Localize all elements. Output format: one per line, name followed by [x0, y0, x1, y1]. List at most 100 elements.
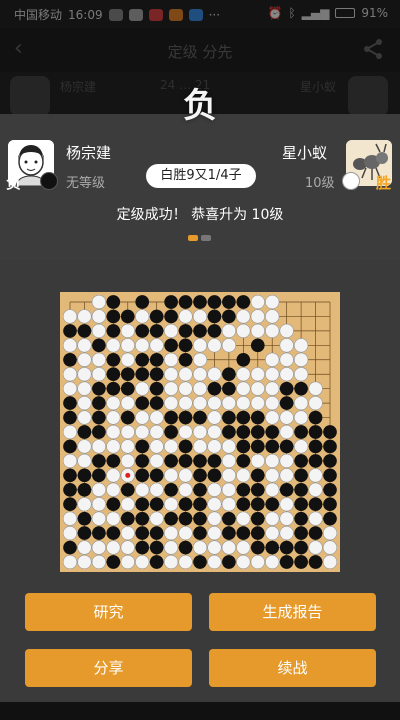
black-stone — [63, 540, 77, 555]
black-stone — [77, 526, 92, 540]
black-stone — [236, 425, 251, 439]
white-stone — [106, 338, 121, 353]
white-stone — [77, 309, 92, 324]
black-stone — [63, 482, 77, 497]
white-stone — [221, 540, 237, 555]
white-stone — [207, 367, 222, 382]
go-board[interactable] — [60, 292, 340, 572]
white-stone — [279, 511, 294, 526]
bottom-bar — [0, 702, 400, 720]
white-stone — [322, 525, 338, 541]
white-stone — [192, 439, 208, 454]
black-stone — [120, 309, 135, 324]
white-stone — [192, 352, 208, 367]
white-stone — [77, 338, 92, 353]
white-stone — [192, 309, 208, 324]
black-stone — [294, 482, 308, 497]
white-stone — [178, 309, 193, 324]
black-stone — [265, 439, 280, 454]
black-stone — [250, 410, 265, 425]
black-stone — [63, 439, 77, 454]
black-stone — [178, 295, 193, 309]
white-stone — [120, 424, 135, 440]
black-stone — [120, 511, 135, 526]
black-stone — [164, 511, 178, 526]
black-stone — [250, 482, 265, 497]
black-stone — [323, 468, 337, 483]
black-stone — [265, 497, 280, 512]
black-stone — [106, 352, 121, 367]
white-stone — [106, 482, 121, 497]
white-stone — [221, 468, 237, 483]
white-stone — [322, 540, 338, 555]
white-stone — [62, 453, 78, 469]
white-stone — [178, 468, 193, 483]
black-stone — [178, 324, 193, 338]
white-stone — [192, 381, 208, 396]
black-stone — [149, 352, 164, 367]
white-stone — [149, 439, 164, 454]
white-stone — [265, 468, 280, 483]
share-button[interactable]: 分享 — [25, 649, 192, 687]
white-stone — [149, 338, 164, 353]
black-stone — [178, 511, 193, 526]
black-stone — [207, 381, 222, 396]
white-stone — [62, 424, 78, 440]
white-stone — [250, 323, 265, 339]
white-stone — [120, 352, 135, 367]
white-stone — [250, 453, 265, 469]
white-stone — [221, 482, 237, 497]
white-stone — [221, 439, 237, 454]
white-stone — [163, 497, 179, 512]
white-stone — [207, 439, 222, 454]
black-stone — [323, 497, 337, 512]
black-stone — [250, 338, 265, 353]
black-stone — [250, 497, 265, 512]
black-stone — [193, 454, 207, 468]
white-stone — [207, 395, 222, 411]
black-stone — [178, 410, 193, 425]
black-stone — [323, 425, 337, 439]
black-stone — [222, 555, 236, 569]
white-stone — [178, 424, 193, 440]
white-stone — [77, 540, 92, 555]
white-stone — [77, 439, 92, 454]
white-stone — [106, 511, 121, 526]
black-stone — [178, 439, 193, 454]
study-button[interactable]: 研究 — [25, 593, 192, 631]
white-stone — [91, 497, 107, 512]
black-stone — [222, 295, 236, 309]
black-stone — [207, 468, 222, 483]
black-stone — [250, 468, 265, 483]
black-stone — [106, 324, 121, 338]
black-stone — [77, 482, 92, 497]
black-stone — [294, 454, 308, 468]
white-stone — [221, 497, 237, 512]
white-stone — [178, 482, 193, 497]
black-stone — [92, 410, 106, 425]
continue-battle-button[interactable]: 续战 — [209, 649, 376, 687]
generate-report-button[interactable]: 生成报告 — [209, 593, 376, 631]
black-stone — [265, 540, 280, 555]
black-stone — [236, 352, 251, 367]
black-stone — [92, 468, 106, 483]
black-stone — [135, 352, 150, 367]
white-stone — [265, 294, 280, 310]
white-stone — [106, 424, 121, 440]
black-stone — [106, 295, 121, 309]
white-stone — [91, 439, 107, 454]
black-stone — [207, 454, 222, 468]
page-dot — [201, 235, 211, 241]
white-stone — [308, 540, 323, 555]
white-stone — [163, 468, 179, 483]
black-stone — [294, 540, 308, 555]
white-stone — [192, 338, 208, 353]
black-stone — [294, 511, 308, 526]
white-stone — [192, 395, 208, 411]
black-stone — [135, 439, 150, 454]
black-stone — [178, 454, 193, 468]
white-stone — [207, 482, 222, 497]
white-stone — [279, 468, 294, 483]
white-stone — [178, 395, 193, 411]
black-stone — [236, 454, 251, 468]
